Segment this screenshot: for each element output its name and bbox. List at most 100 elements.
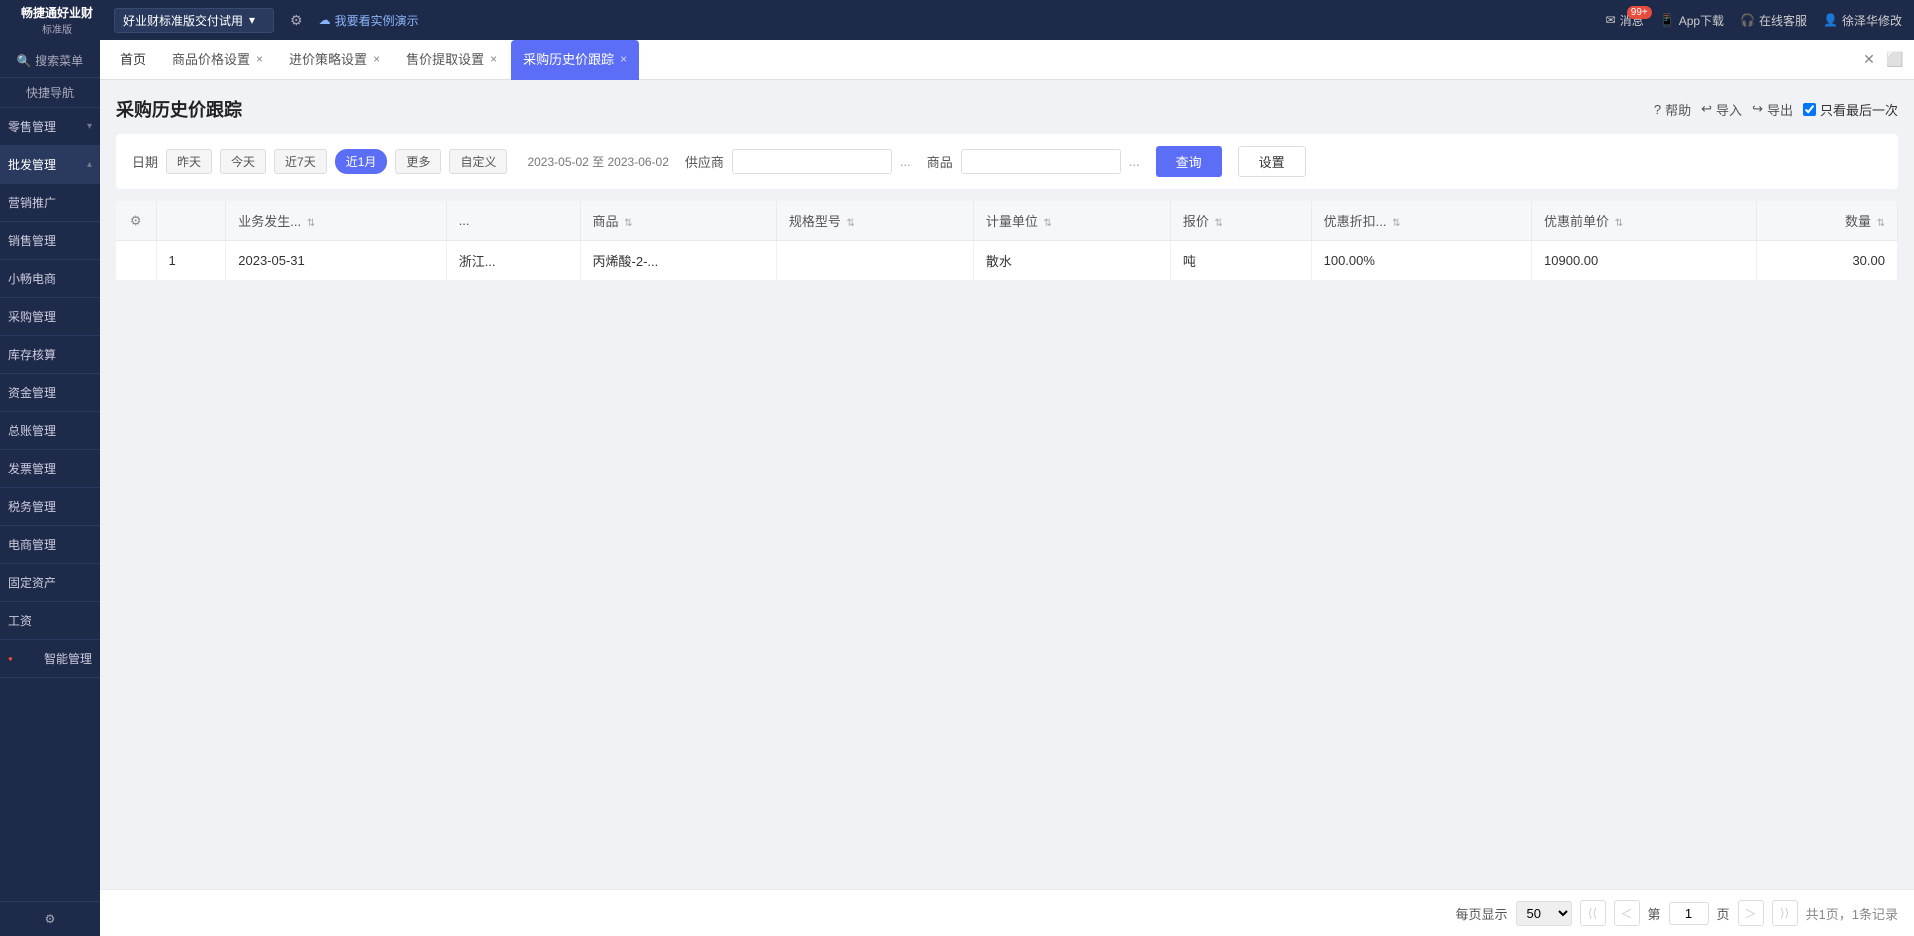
only-last-checkbox-label[interactable]: 只看最后一次 — [1803, 100, 1898, 119]
quick-nav-label: 快捷导航 — [26, 86, 74, 100]
tab-price-settings[interactable]: 商品价格设置 × — [160, 40, 275, 80]
supplier-more-btn[interactable]: ... — [900, 154, 911, 169]
sort-icon-pre-discount: ⇅ — [1615, 218, 1623, 229]
app-download-button[interactable]: 📱 App下载 — [1660, 12, 1724, 29]
page-last-btn[interactable]: ⟩⟩ — [1772, 900, 1798, 926]
payroll-label: 工资 — [8, 612, 32, 629]
invoice-label: 发票管理 — [8, 460, 56, 477]
tab-pricing-strategy[interactable]: 进价策略设置 × — [277, 40, 392, 80]
ecommerce-label: 电商管理 — [8, 536, 56, 553]
page-input[interactable] — [1669, 902, 1709, 925]
product-more-btn[interactable]: ... — [1129, 154, 1140, 169]
sidebar-item-retail[interactable]: 零售管理 ▾ — [0, 108, 100, 146]
product-filter-group: 商品 ... — [927, 149, 1140, 174]
top-right-actions: ✉ 消息 99+ 📱 App下载 🎧 在线客服 👤 徐泽华修改 — [1606, 12, 1902, 29]
th-spec[interactable]: 规格型号 ⇅ — [776, 201, 973, 241]
tab-price-settings-close[interactable]: × — [256, 52, 263, 66]
date-yesterday-btn[interactable]: 昨天 — [166, 149, 212, 174]
date-1month-btn[interactable]: 近1月 — [335, 149, 388, 174]
sidebar-quick-nav[interactable]: 快捷导航 — [0, 78, 100, 108]
query-button[interactable]: 查询 — [1156, 146, 1222, 177]
sort-icon: ⇅ — [307, 218, 315, 229]
sidebar-item-purchase[interactable]: 采购管理 — [0, 298, 100, 336]
tab-sale-price[interactable]: 售价提取设置 × — [394, 40, 509, 80]
fixed-assets-label: 固定资产 — [8, 574, 56, 591]
app-download-label: App下载 — [1679, 12, 1724, 29]
question-icon: ? — [1654, 102, 1661, 117]
sidebar-item-invoice[interactable]: 发票管理 — [0, 450, 100, 488]
tab-sale-price-label: 售价提取设置 — [406, 49, 484, 68]
filter-row: 日期 昨天 今天 近7天 近1月 更多 自定义 2023-05-02 至 202… — [132, 146, 1882, 177]
supplier-filter-group: 供应商 ... — [685, 149, 911, 174]
content-area: 首页 商品价格设置 × 进价策略设置 × 售价提取设置 × 采购历史价跟踪 × … — [100, 40, 1914, 936]
help-button[interactable]: ? 帮助 — [1654, 100, 1691, 119]
sort-icon-price: ⇅ — [1215, 218, 1223, 229]
th-pre-discount[interactable]: 优惠前单价 ⇅ — [1532, 201, 1757, 241]
sidebar-item-payroll[interactable]: 工资 — [0, 602, 100, 640]
th-price[interactable]: 报价 ⇅ — [1170, 201, 1311, 241]
th-discount[interactable]: 优惠折扣... ⇅ — [1311, 201, 1531, 241]
page-next-btn[interactable]: ＞ — [1738, 900, 1764, 926]
sidebar-item-general-ledger[interactable]: 总账管理 — [0, 412, 100, 450]
sort-icon-product: ⇅ — [624, 218, 632, 229]
import-label: 导入 — [1716, 100, 1742, 119]
online-service-button[interactable]: 🎧 在线客服 — [1740, 12, 1807, 29]
export-button[interactable]: ↪ 导出 — [1752, 100, 1793, 119]
tax-label: 税务管理 — [8, 498, 56, 515]
demo-label: 我要看实例演示 — [335, 12, 419, 29]
search-label: 搜索菜单 — [35, 54, 83, 68]
sidebar-search[interactable]: 🔍 搜索菜单 — [0, 44, 100, 78]
only-last-checkbox[interactable] — [1803, 103, 1816, 116]
sidebar-item-tax[interactable]: 税务管理 — [0, 488, 100, 526]
tab-sale-price-close[interactable]: × — [490, 52, 497, 66]
sidebar-item-ecommerce-small[interactable]: 小畅电商 — [0, 260, 100, 298]
tab-price-settings-label: 商品价格设置 — [172, 49, 250, 68]
message-button[interactable]: ✉ 消息 99+ — [1606, 12, 1644, 29]
sidebar-item-finance[interactable]: 资金管理 — [0, 374, 100, 412]
th-unit[interactable]: 计量单位 ⇅ — [973, 201, 1170, 241]
window-maximize-button[interactable]: ⬜ — [1884, 49, 1906, 71]
purchase-label: 采购管理 — [8, 308, 56, 325]
page-first-btn[interactable]: ⟨⟨ — [1580, 900, 1606, 926]
sidebar-item-smart-mgmt[interactable]: ● 智能管理 — [0, 640, 100, 678]
td-gear — [116, 241, 156, 281]
main-layout: 🔍 搜索菜单 快捷导航 零售管理 ▾ 批发管理 ▴ 营销推广 销售管理 小畅电商… — [0, 40, 1914, 936]
tab-purchase-history[interactable]: 采购历史价跟踪 × — [511, 40, 639, 80]
gear-icon[interactable]: ⚙ — [130, 213, 142, 228]
page-prev-btn[interactable]: ＜ — [1614, 900, 1640, 926]
per-page-select[interactable]: 50 10 20 100 — [1516, 901, 1572, 926]
product-input[interactable] — [961, 149, 1121, 174]
demo-button[interactable]: ☁ 我要看实例演示 — [319, 12, 419, 29]
date-custom-btn[interactable]: 自定义 — [449, 149, 507, 174]
version-selector[interactable]: 好业财标准版交付试用 ▾ — [114, 8, 274, 33]
sidebar-item-sales[interactable]: 销售管理 — [0, 222, 100, 260]
user-profile-button[interactable]: 👤 徐泽华修改 — [1823, 12, 1902, 29]
sidebar-item-wholesale[interactable]: 批发管理 ▴ — [0, 146, 100, 184]
sort-icon-quantity: ⇅ — [1877, 218, 1885, 229]
th-quantity[interactable]: 数量 ⇅ — [1757, 201, 1898, 241]
window-close-button[interactable]: ✕ — [1858, 49, 1880, 71]
tab-purchase-history-close[interactable]: × — [620, 52, 627, 66]
supplier-input[interactable] — [732, 149, 892, 174]
tab-pricing-strategy-close[interactable]: × — [373, 52, 380, 66]
th-product[interactable]: 商品 ⇅ — [580, 201, 776, 241]
sidebar-item-inventory[interactable]: 库存核算 — [0, 336, 100, 374]
filter-settings-button[interactable]: 设置 — [1238, 146, 1306, 177]
sidebar-bottom-settings[interactable]: ⚙ — [0, 901, 100, 936]
th-gear[interactable]: ⚙ — [116, 201, 156, 241]
date-7days-btn[interactable]: 近7天 — [274, 149, 327, 174]
sidebar-item-ecommerce[interactable]: 电商管理 — [0, 526, 100, 564]
message-icon: ✉ — [1606, 13, 1616, 27]
th-more[interactable]: ... — [446, 201, 580, 241]
date-today-btn[interactable]: 今天 — [220, 149, 266, 174]
date-more-btn[interactable]: 更多 — [395, 149, 441, 174]
sidebar-item-fixed-assets[interactable]: 固定资产 — [0, 564, 100, 602]
import-button[interactable]: ↩ 导入 — [1701, 100, 1742, 119]
tab-home[interactable]: 首页 — [108, 40, 158, 80]
th-date[interactable]: 业务发生... ⇅ — [226, 201, 446, 241]
logo-area: 畅捷通好业财 标准版 — [12, 4, 102, 36]
filter-area: 日期 昨天 今天 近7天 近1月 更多 自定义 2023-05-02 至 202… — [116, 134, 1898, 189]
chevron-up-icon: ▴ — [87, 159, 92, 170]
sidebar-item-marketing[interactable]: 营销推广 — [0, 184, 100, 222]
header-settings-button[interactable]: ⚙ — [286, 8, 307, 33]
